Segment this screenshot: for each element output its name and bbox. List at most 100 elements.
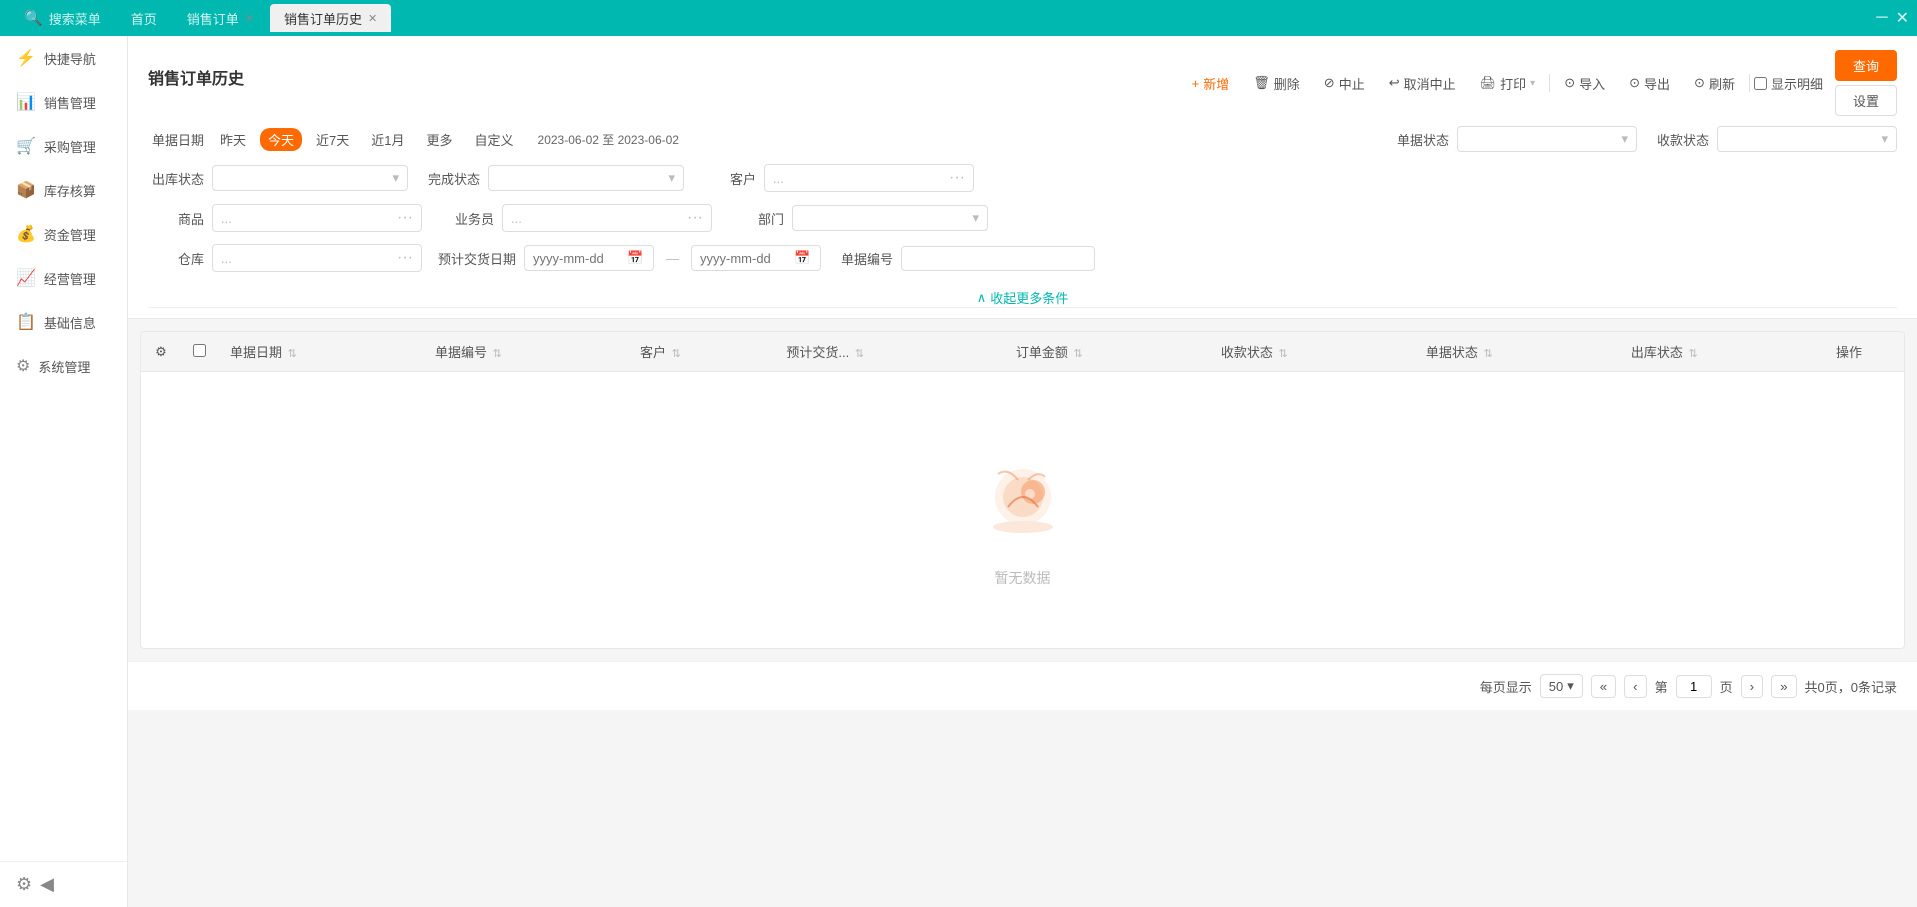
warehouse-input[interactable]: [221, 251, 397, 266]
th-settings[interactable]: ⚙: [141, 332, 181, 372]
date-today-btn[interactable]: 今天: [260, 128, 302, 151]
last-page-button[interactable]: »: [1771, 675, 1796, 698]
sidebar-item-sales-mgmt[interactable]: 📊 销售管理: [0, 80, 127, 124]
search-icon: 🔍: [24, 9, 43, 27]
filter-row-2: 出库状态 ▾ 完成状态 ▾ 客户: [148, 164, 1897, 192]
calendar-start-icon[interactable]: 📅: [627, 250, 643, 266]
customer-input[interactable]: [773, 171, 949, 186]
calendar-end-icon[interactable]: 📅: [794, 250, 810, 266]
sidebar-item-purchase-mgmt[interactable]: 🛒 采购管理: [0, 124, 127, 168]
sidebar-item-finance-label: 资金管理: [44, 225, 96, 244]
tab-sales-order-close[interactable]: ✕: [245, 12, 254, 25]
filter-complete-status-item: 完成状态 ▾: [424, 165, 684, 191]
date-1month-btn[interactable]: 近1月: [363, 128, 412, 151]
collapse-bar[interactable]: ∧ 收起更多条件: [148, 284, 1897, 307]
refresh-button[interactable]: ⊙ 刷新: [1684, 70, 1745, 97]
query-button[interactable]: 查询: [1835, 50, 1897, 81]
prev-page-button[interactable]: ‹: [1624, 675, 1646, 698]
filter-date-item: 单据日期 昨天 今天 近7天 近1月 更多 自定义: [148, 128, 522, 151]
goods-input[interactable]: [221, 211, 397, 226]
dept-select[interactable]: ▾: [792, 205, 988, 231]
goods-dots-icon[interactable]: ···: [397, 209, 413, 227]
tab-sales-order[interactable]: 销售订单 ✕: [173, 4, 268, 32]
th-bill-status[interactable]: 单据状态 ⇅: [1414, 332, 1619, 372]
receipt-status-select[interactable]: ▾: [1717, 126, 1897, 152]
th-amount[interactable]: 订单金额 ⇅: [1004, 332, 1209, 372]
date-custom-btn[interactable]: 自定义: [467, 128, 522, 151]
collapse-label: 收起更多条件: [990, 288, 1068, 307]
customer-dots-icon[interactable]: ···: [949, 169, 965, 187]
search-text[interactable]: 搜索菜单: [49, 9, 101, 28]
next-page-button[interactable]: ›: [1741, 675, 1763, 698]
warehouse-input-box[interactable]: ···: [212, 244, 422, 272]
sidebar-item-quick-nav[interactable]: ⚡ 快捷导航: [0, 36, 127, 80]
search-bar[interactable]: 🔍 搜索菜单: [8, 0, 117, 36]
salesperson-dots-icon[interactable]: ···: [687, 209, 703, 227]
sidebar-item-operations[interactable]: 📈 经营管理: [0, 256, 127, 300]
out-status-select[interactable]: ▾: [212, 165, 408, 191]
date-more-btn[interactable]: 更多: [419, 128, 461, 151]
tab-sales-order-history-close[interactable]: ✕: [368, 12, 377, 25]
set-button[interactable]: 设置: [1835, 85, 1897, 116]
sales-mgmt-icon: 📊: [16, 92, 36, 112]
th-expected-date[interactable]: 预计交货... ⇅: [774, 332, 1003, 372]
sidebar-settings-icon[interactable]: ⚙: [16, 874, 32, 895]
date-7days-btn[interactable]: 近7天: [308, 128, 357, 151]
th-out-status[interactable]: 出库状态 ⇅: [1619, 332, 1824, 372]
th-no[interactable]: 单据编号 ⇅: [423, 332, 628, 372]
top-tabbar: 🔍 搜索菜单 首页 销售订单 ✕ 销售订单历史 ✕ ─ ✕: [0, 0, 1917, 36]
date-yesterday-btn[interactable]: 昨天: [212, 128, 254, 151]
customer-input-box[interactable]: ···: [764, 164, 974, 192]
export-button[interactable]: ⊙ 导出: [1619, 70, 1680, 97]
settings-icon[interactable]: ⚙: [155, 344, 167, 359]
warehouse-dots-icon[interactable]: ···: [397, 249, 413, 267]
th-date[interactable]: 单据日期 ⇅: [218, 332, 423, 372]
show-detail-checkbox-label[interactable]: 显示明细: [1754, 74, 1823, 93]
page-word: 第: [1655, 677, 1668, 696]
th-checkbox[interactable]: [181, 332, 218, 372]
sidebar-collapse-icon[interactable]: ◀: [40, 874, 54, 895]
first-page-button[interactable]: «: [1591, 675, 1616, 698]
th-no-label: 单据编号: [435, 345, 487, 360]
tab-home[interactable]: 首页: [117, 4, 171, 32]
sidebar-item-purchase-mgmt-label: 采购管理: [44, 137, 96, 156]
bill-status-select[interactable]: ▾: [1457, 126, 1637, 152]
topbar-close-icon[interactable]: ✕: [1896, 8, 1909, 28]
salesperson-input-box[interactable]: ···: [502, 204, 712, 232]
date-filter: 昨天 今天 近7天 近1月 更多 自定义: [212, 128, 522, 151]
tab-sales-order-history[interactable]: 销售订单历史 ✕: [270, 4, 391, 32]
stop-label: 中止: [1339, 74, 1365, 93]
print-button[interactable]: 🖨 打印 ▾: [1470, 70, 1546, 97]
export-icon: ⊙: [1629, 75, 1640, 91]
th-receipt-status[interactable]: 收款状态 ⇅: [1209, 332, 1414, 372]
current-page-input[interactable]: [1676, 675, 1712, 698]
date-end-input[interactable]: [700, 251, 790, 266]
show-detail-label-text: 显示明细: [1771, 74, 1823, 93]
select-all-checkbox[interactable]: [193, 344, 206, 357]
date-start-box[interactable]: 📅: [524, 245, 654, 271]
bill-no-label: 单据编号: [837, 249, 893, 268]
th-customer[interactable]: 客户 ⇅: [628, 332, 774, 372]
delete-button[interactable]: 🗑 删除: [1243, 70, 1310, 97]
stop-button[interactable]: ⊘ 中止: [1314, 70, 1375, 97]
import-button[interactable]: ⊙ 导入: [1554, 70, 1615, 97]
bill-no-input[interactable]: [910, 251, 1086, 266]
sidebar-item-sys-mgmt[interactable]: ⚙ 系统管理: [0, 344, 127, 388]
new-button[interactable]: + 新增: [1182, 70, 1240, 97]
sidebar-item-basic-info[interactable]: 📋 基础信息: [0, 300, 127, 344]
date-start-input[interactable]: [533, 251, 623, 266]
salesperson-input[interactable]: [511, 211, 687, 226]
goods-input-box[interactable]: ···: [212, 204, 422, 232]
cancel-stop-button[interactable]: ↩ 取消中止: [1379, 70, 1466, 97]
per-page-select[interactable]: 50 ▾: [1540, 674, 1583, 698]
show-detail-checkbox[interactable]: [1754, 77, 1767, 90]
bill-no-input-box[interactable]: [901, 246, 1095, 271]
sidebar-item-finance[interactable]: 💰 资金管理: [0, 212, 127, 256]
date-end-box[interactable]: 📅: [691, 245, 821, 271]
th-date-label: 单据日期: [230, 345, 282, 360]
import-icon: ⊙: [1564, 75, 1575, 91]
complete-status-select[interactable]: ▾: [488, 165, 684, 191]
filter-expected-date-item: 预计交货日期 📅 — 📅: [438, 245, 821, 271]
topbar-minimize-icon[interactable]: ─: [1876, 9, 1887, 27]
sidebar-item-inventory[interactable]: 📦 库存核算: [0, 168, 127, 212]
